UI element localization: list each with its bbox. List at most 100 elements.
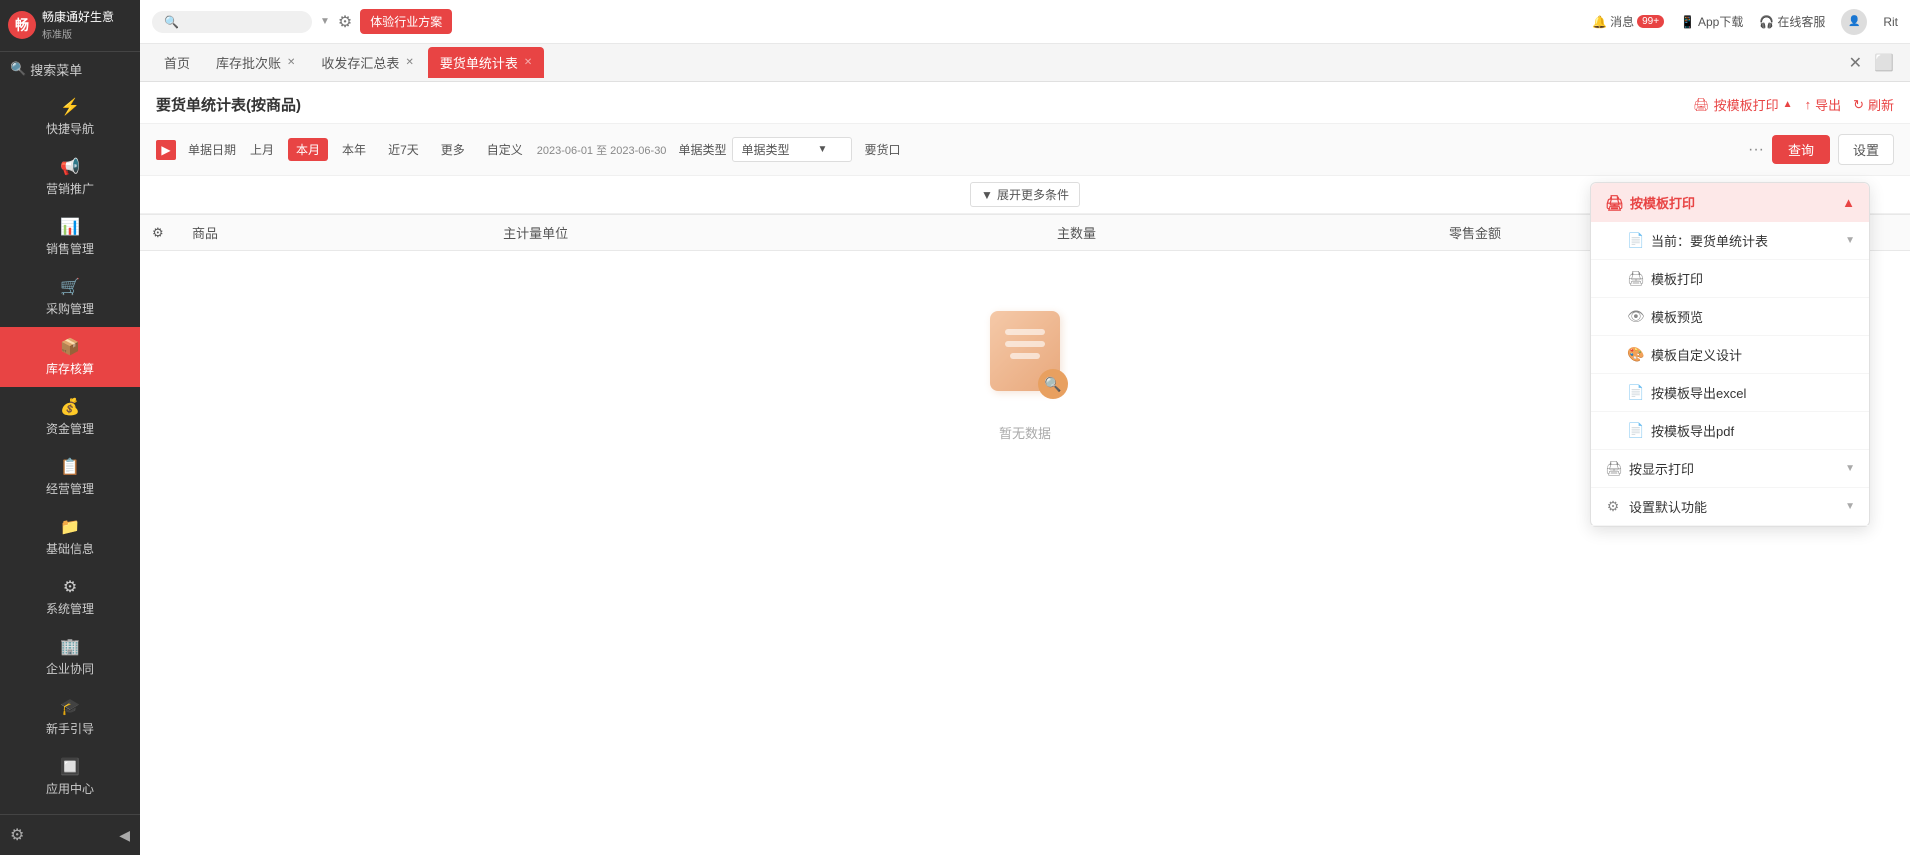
sidebar-item-label: 营销推广 [46, 180, 94, 197]
app-download-btn[interactable]: 📱 App下载 [1680, 13, 1743, 30]
settings-icon[interactable]: ⚙ [10, 825, 24, 845]
sidebar-search[interactable]: 🔍 搜索菜单 [0, 52, 140, 87]
template-design-label: 模板自定义设计 [1651, 345, 1742, 364]
date-btn-last-month[interactable]: 上月 [242, 138, 282, 161]
dropdown-template-print[interactable]: 🖨 模板打印 [1591, 260, 1869, 298]
order-type-select[interactable]: 单据类型 ▼ [732, 137, 852, 162]
export-btn[interactable]: ↑ 导出 [1805, 95, 1842, 114]
sidebar-item-label: 库存核算 [46, 360, 94, 377]
tab-home[interactable]: 首页 [152, 47, 202, 78]
gear-icon[interactable]: ⚙ [338, 12, 352, 32]
quick-nav-icon: ⚡ [60, 97, 80, 117]
display-print-icon: 🖨 [1605, 460, 1621, 477]
dropdown-header-left: 🖨 按模板打印 [1605, 193, 1695, 212]
empty-text: 暂无数据 [999, 423, 1051, 442]
tab-close-all-btn[interactable]: ✕ [1845, 51, 1866, 75]
sidebar: 畅 畅康通好生意 标准版 🔍 搜索菜单 ⚡ 快捷导航 📢 营销推广 📊 销售管理… [0, 0, 140, 855]
dropdown-default-setting[interactable]: ⚙ 设置默认功能 ▼ [1591, 488, 1869, 526]
sidebar-collapse-icon[interactable]: ◀ [119, 827, 130, 844]
col-settings[interactable]: ⚙ [140, 215, 180, 251]
dropdown-template-pdf[interactable]: 📄 按模板导出pdf [1591, 412, 1869, 450]
date-filter-label: 单据日期 [188, 141, 236, 158]
date-btn-current-month[interactable]: 本月 [288, 138, 328, 161]
query-btn[interactable]: 查询 [1772, 135, 1830, 164]
default-setting-label: 设置默认功能 [1629, 497, 1707, 516]
page-content: 要货单统计表(按商品) 🖨 按模板打印 ▲ ↑ 导出 ↻ 刷新 ▶ [140, 82, 1910, 855]
display-print-arrow: ▼ [1845, 463, 1855, 474]
sales-icon: 📊 [60, 217, 80, 237]
tab-collection-summary-label: 收发存汇总表 [321, 53, 399, 72]
dropdown-template-design[interactable]: 🎨 模板自定义设计 [1591, 336, 1869, 374]
basic-icon: 📁 [60, 517, 80, 537]
sidebar-item-label: 经营管理 [46, 480, 94, 497]
filter-expand-btn[interactable]: ▶ [156, 140, 176, 160]
sidebar-item-finance[interactable]: 💰 资金管理 [0, 387, 140, 447]
print-dropdown: 🖨 按模板打印 ▲ 📄 当前：要货单统计表 ▼ 🖨 模板打印 👁 模板预览 🎨 [1590, 182, 1870, 527]
display-print-label: 按显示打印 [1629, 459, 1694, 478]
global-search[interactable]: 🔍 [152, 11, 312, 33]
current-template-icon: 📄 [1627, 232, 1643, 249]
date-btn-7days[interactable]: 近7天 [380, 138, 427, 161]
dropdown-template-excel[interactable]: 📄 按模板导出excel [1591, 374, 1869, 412]
date-btn-more[interactable]: 更多 [433, 138, 473, 161]
tab-batch-account[interactable]: 库存批次账 ✕ [204, 47, 307, 78]
sidebar-item-wechat[interactable]: 💬 企业微信 [0, 807, 140, 814]
finance-icon: 💰 [60, 397, 80, 417]
header-right: 🔔 消息 99+ 📱 App下载 🎧 在线客服 👤 Rit [1592, 9, 1898, 35]
tab-maximize-btn[interactable]: ⬜ [1870, 51, 1898, 75]
page-header: 要货单统计表(按商品) 🖨 按模板打印 ▲ ↑ 导出 ↻ 刷新 [140, 82, 1910, 124]
online-service-btn[interactable]: 🎧 在线客服 [1759, 13, 1825, 30]
dropdown-template-preview[interactable]: 👁 模板预览 [1591, 298, 1869, 336]
tab-batch-account-close[interactable]: ✕ [287, 57, 295, 68]
sidebar-nav: ⚡ 快捷导航 📢 营销推广 📊 销售管理 🛒 采购管理 📦 库存核算 💰 资金管… [0, 87, 140, 814]
sidebar-item-operation[interactable]: 📋 经营管理 [0, 447, 140, 507]
sidebar-item-quick-nav[interactable]: ⚡ 快捷导航 [0, 87, 140, 147]
dropdown-display-print[interactable]: 🖨 按显示打印 ▼ [1591, 450, 1869, 488]
sidebar-item-marketing[interactable]: 📢 营销推广 [0, 147, 140, 207]
col-unit: 主计量单位 [491, 215, 1045, 251]
dropdown-current-template[interactable]: 📄 当前：要货单统计表 ▼ [1591, 222, 1869, 260]
industry-btn[interactable]: 体验行业方案 [360, 9, 452, 34]
tab-order-summary-close[interactable]: ✕ [524, 57, 532, 68]
sidebar-item-app-center[interactable]: 🔲 应用中心 [0, 747, 140, 807]
tab-bar: 首页 库存批次账 ✕ 收发存汇总表 ✕ 要货单统计表 ✕ ✕ ⬜ [140, 44, 1910, 82]
column-settings-btn[interactable]: 设置 [1838, 134, 1894, 165]
sidebar-item-inventory[interactable]: 📦 库存核算 [0, 327, 140, 387]
refresh-btn[interactable]: ↻ 刷新 [1853, 95, 1894, 114]
expand-more-btn[interactable]: ▼ 展开更多条件 [970, 182, 1080, 207]
template-preview-icon: 👁 [1627, 308, 1643, 325]
sidebar-item-enterprise[interactable]: 🏢 企业协同 [0, 627, 140, 687]
print-template-btn[interactable]: 🖨 按模板打印 ▲ [1693, 95, 1792, 114]
template-pdf-icon: 📄 [1627, 422, 1643, 439]
print-icon: 🖨 [1693, 97, 1710, 113]
date-btn-custom[interactable]: 自定义 [479, 138, 531, 161]
tab-order-summary[interactable]: 要货单统计表 ✕ [428, 47, 544, 78]
expand-icon: ▼ [981, 188, 993, 202]
sidebar-item-newbie[interactable]: 🎓 新手引导 [0, 687, 140, 747]
notification-badge: 99+ [1637, 15, 1664, 28]
order-type-filter-group: 单据类型 单据类型 ▼ [678, 137, 852, 162]
notification-btn[interactable]: 🔔 消息 99+ [1592, 13, 1664, 30]
sidebar-item-basic[interactable]: 📁 基础信息 [0, 507, 140, 567]
date-btn-current-year[interactable]: 本年 [334, 138, 374, 161]
tab-collection-summary-close[interactable]: ✕ [405, 57, 413, 68]
order-qty-label: 要货口 [864, 141, 900, 158]
search-dropdown-arrow[interactable]: ▼ [320, 16, 330, 27]
sidebar-item-sales[interactable]: 📊 销售管理 [0, 207, 140, 267]
tab-collection-summary[interactable]: 收发存汇总表 ✕ [309, 47, 425, 78]
notification-icon: 🔔 [1592, 15, 1607, 29]
sidebar-item-label: 资金管理 [46, 420, 94, 437]
purchase-icon: 🛒 [60, 277, 80, 297]
user-avatar[interactable]: 👤 [1841, 9, 1867, 35]
sidebar-item-system[interactable]: ⚙ 系统管理 [0, 567, 140, 627]
notification-label: 消息 [1610, 13, 1634, 30]
page-actions: 🖨 按模板打印 ▲ ↑ 导出 ↻ 刷新 [1693, 95, 1894, 114]
sidebar-item-purchase[interactable]: 🛒 采购管理 [0, 267, 140, 327]
more-btn[interactable]: ··· [1748, 141, 1764, 159]
app-name: 畅康通好生意 [42, 10, 114, 26]
system-icon: ⚙ [63, 577, 77, 597]
col-quantity: 主数量 [1045, 215, 1437, 251]
current-template-label: 当前：要货单统计表 [1651, 231, 1768, 250]
expand-label: 展开更多条件 [997, 186, 1069, 203]
dropdown-collapse-btn[interactable]: ▲ [1842, 195, 1855, 210]
